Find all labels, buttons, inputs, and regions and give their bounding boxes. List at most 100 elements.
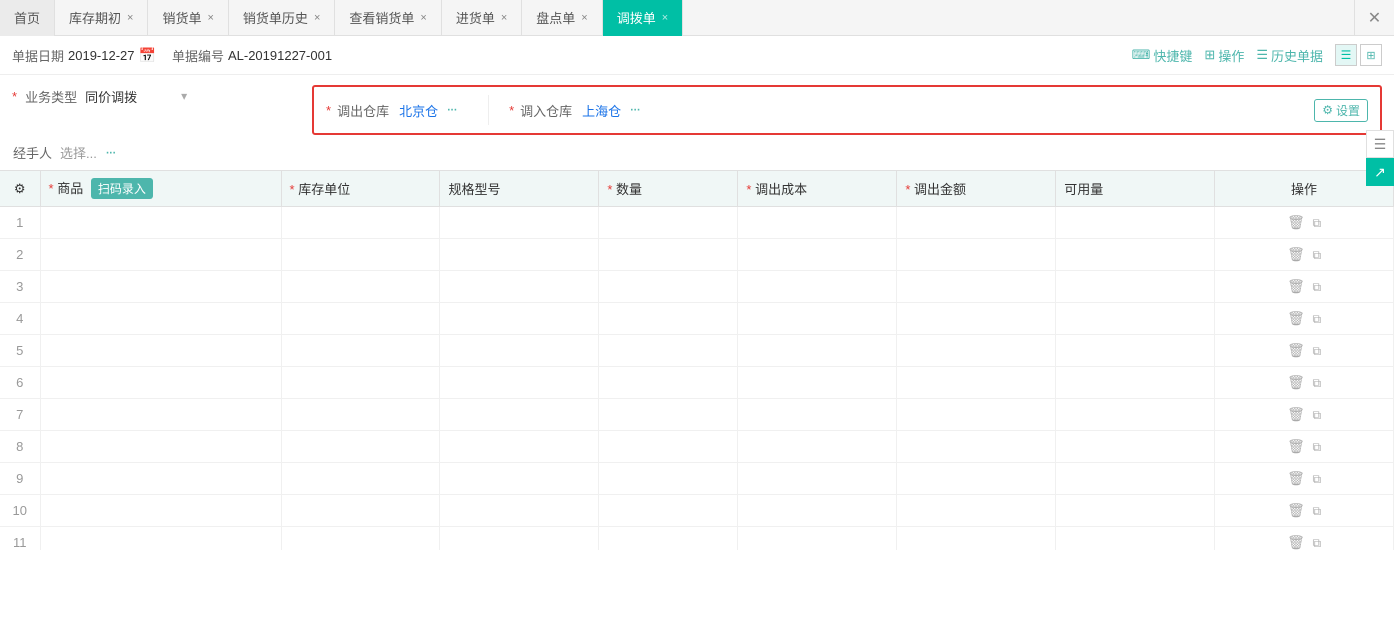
copy-icon-2[interactable]: ⧉ [1312, 248, 1321, 262]
row-product-8[interactable] [40, 431, 281, 463]
tab-inventory-init[interactable]: 库存期初 × [55, 0, 148, 36]
delete-icon-4[interactable]: 🗑 [1287, 310, 1305, 326]
row-available-10[interactable] [1056, 495, 1215, 527]
row-product-7[interactable] [40, 399, 281, 431]
tab-close-transfer-order[interactable]: × [662, 12, 668, 24]
tab-sales-order[interactable]: 销货单 × [148, 0, 228, 36]
tab-close-view-sales[interactable]: × [420, 12, 426, 24]
row-unit-11[interactable] [281, 527, 440, 551]
row-qty-8[interactable] [599, 431, 738, 463]
row-amount-2[interactable] [897, 239, 1056, 271]
copy-icon-10[interactable]: ⧉ [1312, 504, 1321, 518]
row-qty-11[interactable] [599, 527, 738, 551]
delete-icon-1[interactable]: 🗑 [1287, 214, 1305, 230]
copy-icon-8[interactable]: ⧉ [1312, 440, 1321, 454]
row-amount-5[interactable] [897, 335, 1056, 367]
shortcut-key-button[interactable]: ⌨ 快捷键 [1132, 46, 1193, 65]
row-spec-8[interactable] [440, 431, 599, 463]
row-cost-5[interactable] [738, 335, 897, 367]
row-spec-9[interactable] [440, 463, 599, 495]
row-cost-11[interactable] [738, 527, 897, 551]
history-doc-button[interactable]: ☰ 历史单据 [1256, 46, 1323, 65]
row-product-2[interactable] [40, 239, 281, 271]
copy-icon-6[interactable]: ⧉ [1312, 376, 1321, 390]
biz-type-value[interactable]: 同价调拨 [85, 87, 165, 106]
row-cost-8[interactable] [738, 431, 897, 463]
row-product-6[interactable] [40, 367, 281, 399]
delete-icon-7[interactable]: 🗑 [1287, 406, 1305, 422]
row-spec-2[interactable] [440, 239, 599, 271]
row-unit-4[interactable] [281, 303, 440, 335]
row-cost-6[interactable] [738, 367, 897, 399]
delete-icon-6[interactable]: 🗑 [1287, 374, 1305, 390]
delete-icon-11[interactable]: 🗑 [1287, 534, 1305, 550]
delete-icon-5[interactable]: 🗑 [1287, 342, 1305, 358]
in-warehouse-value[interactable]: 上海仓 [582, 101, 621, 120]
row-amount-6[interactable] [897, 367, 1056, 399]
operator-more[interactable]: ··· [105, 144, 115, 162]
row-qty-4[interactable] [599, 303, 738, 335]
row-spec-5[interactable] [440, 335, 599, 367]
row-unit-6[interactable] [281, 367, 440, 399]
tab-close-sales-order[interactable]: × [207, 12, 213, 24]
row-available-8[interactable] [1056, 431, 1215, 463]
row-cost-9[interactable] [738, 463, 897, 495]
row-spec-10[interactable] [440, 495, 599, 527]
in-warehouse-more[interactable]: ··· [629, 101, 639, 119]
row-unit-10[interactable] [281, 495, 440, 527]
list-view-icon[interactable]: ☰ [1335, 44, 1357, 66]
row-product-4[interactable] [40, 303, 281, 335]
row-available-1[interactable] [1056, 207, 1215, 239]
row-qty-7[interactable] [599, 399, 738, 431]
row-amount-4[interactable] [897, 303, 1056, 335]
row-amount-8[interactable] [897, 431, 1056, 463]
row-product-9[interactable] [40, 463, 281, 495]
biz-type-dropdown[interactable]: ▾ [173, 85, 195, 107]
tab-home[interactable]: 首页 [0, 0, 55, 36]
out-warehouse-more[interactable]: ··· [446, 101, 456, 119]
row-unit-2[interactable] [281, 239, 440, 271]
operator-select[interactable]: 选择... [60, 143, 97, 162]
row-product-11[interactable] [40, 527, 281, 551]
row-amount-10[interactable] [897, 495, 1056, 527]
copy-icon-1[interactable]: ⧉ [1312, 216, 1321, 230]
row-spec-6[interactable] [440, 367, 599, 399]
copy-icon-7[interactable]: ⧉ [1312, 408, 1321, 422]
window-close-button[interactable]: ✕ [1354, 0, 1394, 36]
row-available-9[interactable] [1056, 463, 1215, 495]
row-available-7[interactable] [1056, 399, 1215, 431]
row-qty-9[interactable] [599, 463, 738, 495]
tab-close-purchase-order[interactable]: × [501, 12, 507, 24]
row-cost-4[interactable] [738, 303, 897, 335]
tab-purchase-order[interactable]: 进货单 × [442, 0, 522, 36]
tab-inventory-check[interactable]: 盘点单 × [522, 0, 602, 36]
tab-close-inventory-init[interactable]: × [127, 12, 133, 24]
row-amount-3[interactable] [897, 271, 1056, 303]
copy-icon-5[interactable]: ⧉ [1312, 344, 1321, 358]
row-available-6[interactable] [1056, 367, 1215, 399]
row-cost-2[interactable] [738, 239, 897, 271]
copy-icon-9[interactable]: ⧉ [1312, 472, 1321, 486]
row-available-4[interactable] [1056, 303, 1215, 335]
row-available-2[interactable] [1056, 239, 1215, 271]
row-spec-4[interactable] [440, 303, 599, 335]
col-settings-header[interactable]: ⚙ [0, 171, 40, 207]
row-qty-10[interactable] [599, 495, 738, 527]
ops-button[interactable]: ⊞ 操作 [1204, 46, 1244, 65]
row-unit-7[interactable] [281, 399, 440, 431]
delete-icon-9[interactable]: 🗑 [1287, 470, 1305, 486]
out-warehouse-value[interactable]: 北京仓 [399, 101, 438, 120]
row-qty-6[interactable] [599, 367, 738, 399]
sidebar-expand-icon[interactable]: ↗ [1366, 158, 1394, 186]
row-cost-3[interactable] [738, 271, 897, 303]
row-cost-10[interactable] [738, 495, 897, 527]
row-qty-1[interactable] [599, 207, 738, 239]
tab-close-sales-history[interactable]: × [314, 12, 320, 24]
delete-icon-2[interactable]: 🗑 [1287, 246, 1305, 262]
row-spec-7[interactable] [440, 399, 599, 431]
row-available-3[interactable] [1056, 271, 1215, 303]
settings-button[interactable]: ⚙ 设置 [1314, 99, 1368, 122]
row-qty-3[interactable] [599, 271, 738, 303]
row-spec-11[interactable] [440, 527, 599, 551]
copy-icon-11[interactable]: ⧉ [1312, 536, 1321, 550]
